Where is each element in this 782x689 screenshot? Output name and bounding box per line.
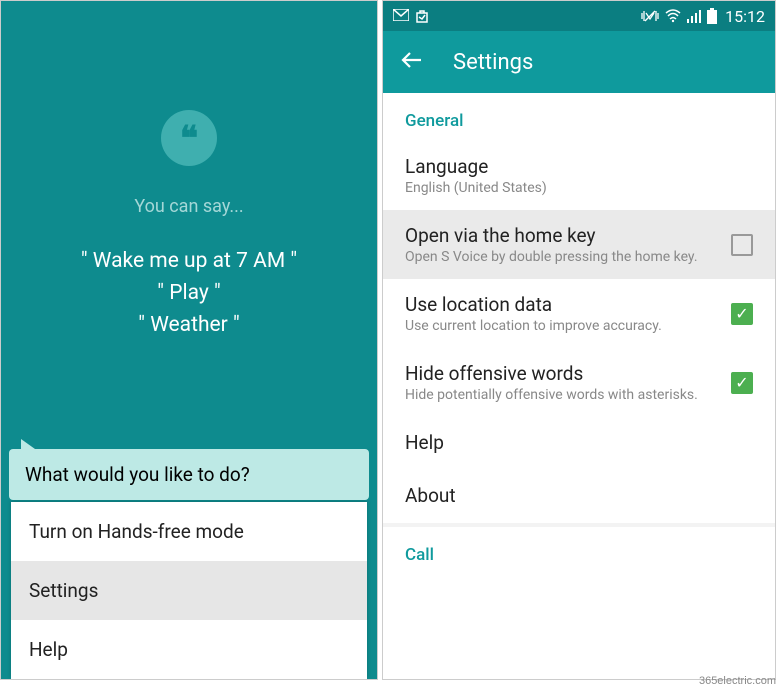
setting-about[interactable]: About <box>383 470 775 523</box>
you-can-say-label: You can say... <box>134 196 243 217</box>
location-desc: Use current location to improve accuracy… <box>405 318 731 334</box>
help-title: Help <box>405 431 753 454</box>
open-home-desc: Open S Voice by double pressing the home… <box>405 249 731 265</box>
app-title: Settings <box>453 50 533 75</box>
setting-open-home[interactable]: Open via the home key Open S Voice by do… <box>383 210 775 279</box>
options-menu: Turn on Hands-free mode Settings Help <box>11 502 367 679</box>
status-time: 15:12 <box>725 7 765 26</box>
voice-prompt-area: ❝ You can say... " Wake me up at 7 AM " … <box>1 1 377 449</box>
store-icon <box>415 9 429 23</box>
setting-help[interactable]: Help <box>383 417 775 470</box>
language-title: Language <box>405 155 753 178</box>
location-title: Use location data <box>405 293 731 316</box>
offensive-checkbox[interactable]: ✓ <box>731 372 753 394</box>
app-bar: Settings <box>383 31 775 93</box>
offensive-desc: Hide potentially offensive words with as… <box>405 387 731 403</box>
prompt-bubble: What would you like to do? <box>9 449 369 500</box>
quote-mark-icon: ❝ <box>180 131 198 148</box>
quote-icon: ❝ <box>161 110 217 166</box>
s-voice-screen: ❝ You can say... " Wake me up at 7 AM " … <box>0 0 378 680</box>
status-right: 15:12 <box>641 7 765 26</box>
signal-icon <box>687 9 701 23</box>
location-checkbox[interactable]: ✓ <box>731 303 753 325</box>
menu-help[interactable]: Help <box>11 620 367 679</box>
section-call: Call <box>383 527 775 575</box>
example-3: " Weather " <box>138 313 239 337</box>
vibrate-icon <box>641 9 659 23</box>
example-1: " Wake me up at 7 AM " <box>81 249 297 273</box>
setting-language[interactable]: Language English (United States) <box>383 141 775 210</box>
open-home-title: Open via the home key <box>405 224 731 247</box>
settings-screen: 15:12 Settings General Language English … <box>382 0 776 680</box>
setting-location[interactable]: Use location data Use current location t… <box>383 279 775 348</box>
offensive-title: Hide offensive words <box>405 362 731 385</box>
mail-icon <box>393 9 409 23</box>
battery-icon <box>707 8 717 24</box>
section-general: General <box>383 93 775 141</box>
menu-settings[interactable]: Settings <box>11 561 367 620</box>
menu-hands-free[interactable]: Turn on Hands-free mode <box>11 502 367 561</box>
status-bar: 15:12 <box>383 1 775 31</box>
open-home-checkbox[interactable] <box>731 234 753 256</box>
status-left <box>393 9 429 23</box>
prompt-text: What would you like to do? <box>25 463 250 486</box>
example-2: " Play " <box>157 281 220 305</box>
setting-offensive[interactable]: Hide offensive words Hide potentially of… <box>383 348 775 417</box>
watermark: 365electric.com <box>699 675 776 687</box>
about-title: About <box>405 484 753 507</box>
language-desc: English (United States) <box>405 180 753 196</box>
wifi-icon <box>665 9 681 23</box>
back-icon[interactable] <box>401 49 423 75</box>
